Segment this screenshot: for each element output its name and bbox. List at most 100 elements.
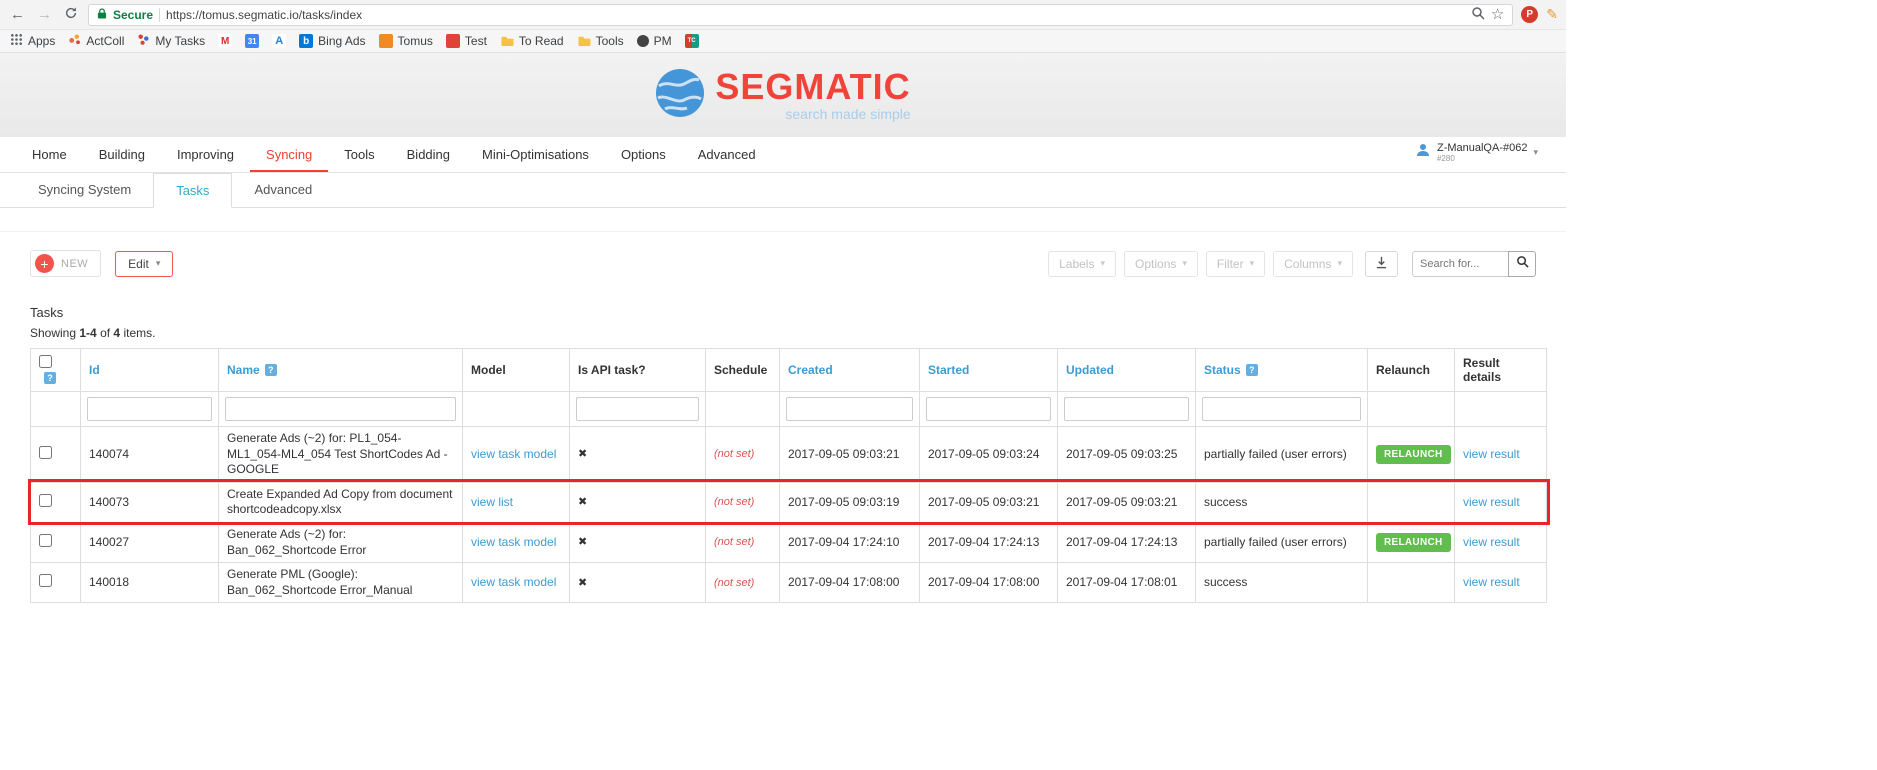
actcoll-icon <box>68 33 81 49</box>
labels-button[interactable]: Labels ▾ <box>1048 250 1117 277</box>
row-checkbox[interactable] <box>39 445 52 459</box>
bookmark-pm[interactable]: PM <box>636 34 672 48</box>
plus-icon: + <box>35 254 54 273</box>
cell-created: 2017-09-05 09:03:19 <box>779 481 920 523</box>
sort-id-link[interactable]: Id <box>89 363 100 377</box>
user-menu[interactable]: Z-ManualQA-#062 #280 ▾ <box>1415 142 1538 163</box>
omnibox-divider <box>159 7 161 22</box>
filter-status-input[interactable] <box>1202 397 1361 421</box>
relaunch-button[interactable]: RELAUNCH <box>1376 533 1451 553</box>
relaunch-button[interactable]: RELAUNCH <box>1376 444 1451 464</box>
back-icon[interactable]: ← <box>8 7 27 22</box>
bookmark-gmail[interactable]: M <box>218 34 233 48</box>
row-checkbox[interactable] <box>39 573 52 587</box>
filter-button[interactable]: Filter ▾ <box>1205 250 1266 277</box>
bookmark-star-icon[interactable]: ☆ <box>1491 7 1504 22</box>
filter-is-api-input[interactable] <box>576 397 699 421</box>
filter-started-input[interactable] <box>926 397 1051 421</box>
sort-status-link[interactable]: Status <box>1204 363 1241 377</box>
options-button[interactable]: Options ▾ <box>1124 250 1198 277</box>
apps-grid-icon <box>10 33 23 49</box>
nav-item-tools[interactable]: Tools <box>328 137 390 172</box>
nav-item-building[interactable]: Building <box>83 137 161 172</box>
extension-pencil-icon[interactable]: ✎ <box>1546 6 1558 23</box>
bookmark-calendar[interactable]: 31 <box>245 34 260 48</box>
nav-item-options[interactable]: Options <box>605 137 682 172</box>
subnav-item-advanced[interactable]: Advanced <box>232 173 334 207</box>
filter-updated-input[interactable] <box>1064 397 1189 421</box>
nav-item-home[interactable]: Home <box>16 137 83 172</box>
table-row: 140018 Generate PML (Google): Ban_062_Sh… <box>30 562 1547 604</box>
bookmark-bing-ads[interactable]: b Bing Ads <box>299 34 366 48</box>
bookmark-tools[interactable]: Tools <box>577 34 624 49</box>
new-button[interactable]: + NEW <box>30 250 102 277</box>
bookmark-tc[interactable]: TC <box>684 34 699 48</box>
help-icon[interactable]: ? <box>1245 364 1258 376</box>
forward-icon[interactable]: → <box>35 7 54 22</box>
row-checkbox[interactable] <box>39 493 52 507</box>
segmatic-logo: SEGMATIC search made simple <box>655 68 911 123</box>
cell-schedule: (not set) <box>705 562 780 604</box>
cell-is-api: ✖ <box>569 562 706 604</box>
edit-button[interactable]: Edit ▾ <box>115 250 174 277</box>
select-all-checkbox[interactable] <box>39 355 52 368</box>
secure-label: Secure <box>113 7 154 22</box>
subnav-item-syncing-system[interactable]: Syncing System <box>16 173 153 207</box>
main-content: Tasks Showing 1-4 of 4 items. ? Id Name … <box>0 305 1566 643</box>
extension-p-icon[interactable]: P <box>1521 6 1539 23</box>
nav-item-bidding[interactable]: Bidding <box>391 137 466 172</box>
my-tasks-icon <box>137 33 150 49</box>
bookmark-test[interactable]: Test <box>445 34 487 48</box>
cell-schedule: (not set) <box>705 521 780 564</box>
nav-item-syncing[interactable]: Syncing <box>250 137 329 172</box>
view-result-link[interactable]: view result <box>1463 535 1520 549</box>
download-button[interactable] <box>1365 250 1398 277</box>
bookmark-analytics[interactable]: A <box>272 34 287 48</box>
cell-started: 2017-09-04 17:08:00 <box>919 562 1058 604</box>
view-task-model-link[interactable]: view task model <box>471 447 556 461</box>
filter-id-input[interactable] <box>87 397 212 421</box>
view-result-link[interactable]: view result <box>1463 495 1520 509</box>
refresh-icon[interactable] <box>62 6 80 23</box>
row-checkbox[interactable] <box>39 533 52 547</box>
nav-item-advanced[interactable]: Advanced <box>682 137 772 172</box>
tasks-table: ? Id Name? Model Is API task? Schedule C… <box>27 348 1550 604</box>
header-row: ? Id Name? Model Is API task? Schedule C… <box>30 348 1547 392</box>
column-is-api: Is API task? <box>578 363 646 377</box>
url-text: https://tomus.segmatic.io/tasks/index <box>166 7 363 22</box>
filter-name-input[interactable] <box>225 397 456 421</box>
sort-updated-link[interactable]: Updated <box>1066 363 1114 377</box>
help-icon[interactable]: ? <box>44 372 56 384</box>
nav-item-mini-optimisations[interactable]: Mini-Optimisations <box>466 137 605 172</box>
view-task-model-link[interactable]: view task model <box>471 575 556 589</box>
bookmark-to-read[interactable]: To Read <box>500 34 564 49</box>
bookmark-apps[interactable]: Apps <box>10 33 55 49</box>
columns-button[interactable]: Columns ▾ <box>1273 250 1353 277</box>
bookmark-my-tasks[interactable]: My Tasks <box>137 33 205 49</box>
view-result-link[interactable]: view result <box>1463 447 1520 461</box>
view-task-model-link[interactable]: view task model <box>471 535 556 549</box>
search-button[interactable] <box>1508 250 1536 277</box>
filter-created-input[interactable] <box>786 397 913 421</box>
logo-tagline: search made simple <box>785 105 911 122</box>
page-title: Tasks <box>30 305 64 320</box>
search-input[interactable] <box>1412 250 1508 277</box>
bookmark-actcoll[interactable]: ActColl <box>68 33 124 49</box>
column-relaunch: Relaunch <box>1376 363 1431 377</box>
browser-toolbar: ← → Secure https://tomus.segmatic.io/tas… <box>0 0 1566 30</box>
view-list-link[interactable]: view list <box>471 495 513 509</box>
table-row: 140027 Generate Ads (~2) for: Ban_062_Sh… <box>30 521 1547 564</box>
sort-name-link[interactable]: Name <box>227 363 260 377</box>
view-result-link[interactable]: view result <box>1463 575 1520 589</box>
sort-started-link[interactable]: Started <box>928 363 969 377</box>
nav-item-improving[interactable]: Improving <box>161 137 250 172</box>
bookmark-tomus[interactable]: Tomus <box>378 34 433 48</box>
table-row: 140074 Generate Ads (~2) for: PL1_054-ML… <box>30 426 1547 483</box>
subnav-item-tasks[interactable]: Tasks <box>153 173 233 208</box>
zoom-icon[interactable] <box>1471 6 1485 23</box>
search-icon <box>1516 255 1529 273</box>
sort-created-link[interactable]: Created <box>788 363 833 377</box>
address-bar[interactable]: Secure https://tomus.segmatic.io/tasks/i… <box>88 3 1514 26</box>
cell-name: Generate Ads (~2) for: Ban_062_Shortcode… <box>218 521 463 564</box>
help-icon[interactable]: ? <box>264 364 277 376</box>
